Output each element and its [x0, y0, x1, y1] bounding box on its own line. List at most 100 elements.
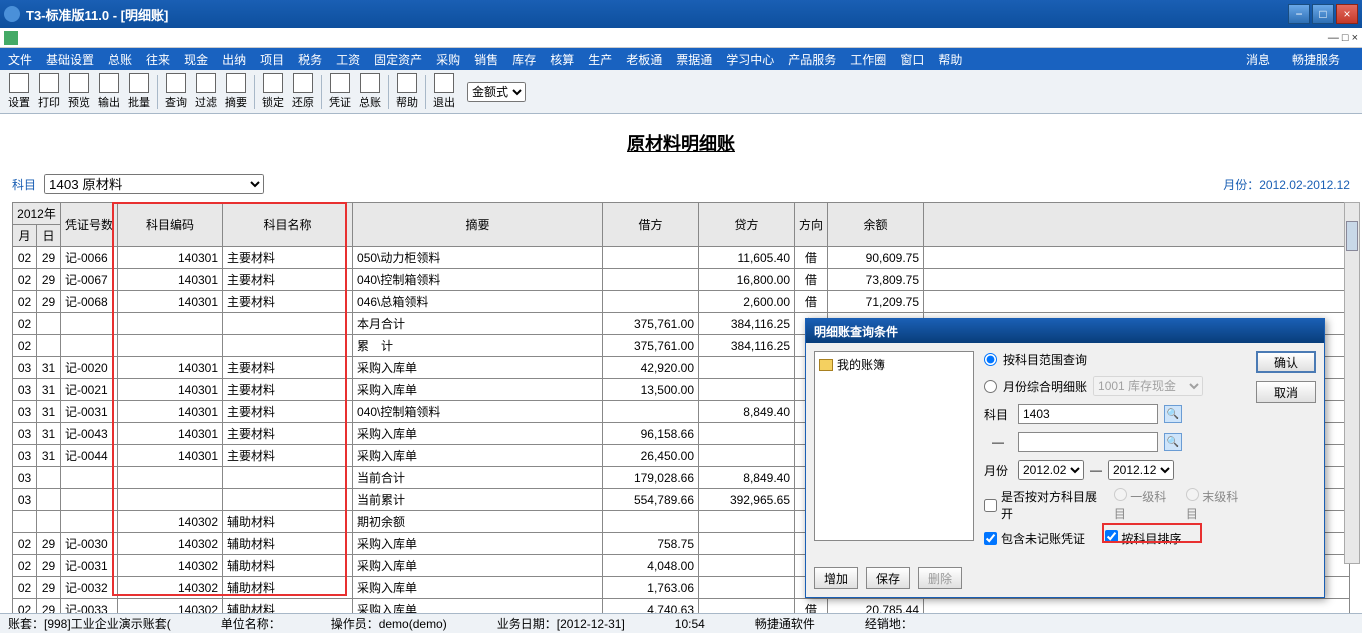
tool-摘要[interactable]: 摘要: [221, 72, 251, 112]
status-unit: 单位名称：: [221, 615, 281, 632]
select-account[interactable]: 1001 库存现金: [1093, 376, 1203, 396]
th-credit: 贷方: [699, 203, 795, 247]
search-icon[interactable]: 🔍: [1164, 433, 1182, 451]
menu-item[interactable]: 文件: [8, 51, 32, 68]
tool-输出[interactable]: 输出: [94, 72, 124, 112]
menu-item[interactable]: 基础设置: [46, 51, 94, 68]
menu-item[interactable]: 生产: [588, 51, 612, 68]
th-day: 日: [37, 225, 61, 247]
ok-button[interactable]: 确认: [1256, 351, 1316, 373]
menu-item[interactable]: 学习中心: [726, 51, 774, 68]
table-row[interactable]: 0229记-0067140301主要材料040\控制箱领料16,800.00借7…: [13, 269, 1350, 291]
table-row[interactable]: 0229记-0066140301主要材料050\动力柜领料11,605.40借9…: [13, 247, 1350, 269]
menu-svc[interactable]: 畅捷服务: [1292, 51, 1340, 68]
th-summary: 摘要: [353, 203, 603, 247]
th-month: 月: [13, 225, 37, 247]
chk-sort-subject[interactable]: [1105, 530, 1118, 543]
tool-帮助[interactable]: 帮助: [392, 72, 422, 112]
delete-button[interactable]: 删除: [918, 567, 962, 589]
input-subject-from[interactable]: [1018, 404, 1158, 424]
search-icon[interactable]: 🔍: [1164, 405, 1182, 423]
add-button[interactable]: 增加: [814, 567, 858, 589]
menu-item[interactable]: 窗口: [900, 51, 924, 68]
tool-过滤[interactable]: 过滤: [191, 72, 221, 112]
toolbar: 设置打印预览输出批量查询过滤摘要锁定还原凭证总账帮助退出 金额式: [0, 70, 1362, 114]
menu-item[interactable]: 产品服务: [788, 51, 836, 68]
menu-item[interactable]: 出纳: [222, 51, 246, 68]
tool-预览[interactable]: 预览: [64, 72, 94, 112]
menu-item[interactable]: 总账: [108, 51, 132, 68]
month-range: 月份：2012.02-2012.12: [1223, 176, 1350, 193]
page-title: 原材料明细账: [12, 130, 1350, 156]
menu-item[interactable]: 往来: [146, 51, 170, 68]
folder-icon: [819, 359, 833, 371]
form-panel: 按科目范围查询 月份综合明细账 1001 库存现金 科目 🔍 — 🔍 月份 20…: [984, 351, 1246, 555]
th-debit: 借方: [603, 203, 699, 247]
menu-item[interactable]: 税务: [298, 51, 322, 68]
subbar: — □ ×: [0, 28, 1362, 48]
menu-item[interactable]: 固定资产: [374, 51, 422, 68]
menu-item[interactable]: 项目: [260, 51, 284, 68]
format-select[interactable]: 金额式: [467, 82, 526, 102]
menu-item[interactable]: 工作圈: [850, 51, 886, 68]
doc-icon: [4, 31, 18, 45]
menubar: 文件基础设置总账往来现金出纳项目税务工资固定资产采购销售库存核算生产老板通票据通…: [0, 48, 1362, 70]
label-month: 月份: [984, 462, 1012, 479]
menu-item[interactable]: 票据通: [676, 51, 712, 68]
th-name: 科目名称: [223, 203, 353, 247]
maximize-button[interactable]: □: [1312, 4, 1334, 24]
select-month-to[interactable]: 2012.12: [1108, 460, 1174, 480]
tool-退出[interactable]: 退出: [429, 72, 459, 112]
radio-subject-range[interactable]: [984, 353, 997, 366]
select-month-from[interactable]: 2012.02: [1018, 460, 1084, 480]
status-date: 业务日期：[2012-12-31]: [497, 615, 625, 632]
th-dir: 方向: [795, 203, 828, 247]
menu-item[interactable]: 库存: [512, 51, 536, 68]
mdi-controls[interactable]: — □ ×: [1328, 32, 1358, 44]
th-voucher: 凭证号数: [61, 203, 118, 247]
menu-item[interactable]: 现金: [184, 51, 208, 68]
label-subject: 科目: [984, 406, 1012, 423]
statusbar: 账套：[998]工业企业演示账套( 单位名称： 操作员：demo(demo) 业…: [0, 613, 1362, 633]
window-title: T3-标准版11.0 - [明细账]: [26, 5, 1288, 24]
minimize-button[interactable]: −: [1288, 4, 1310, 24]
subject-label: 科目: [12, 176, 36, 193]
menu-item[interactable]: 采购: [436, 51, 460, 68]
tool-锁定[interactable]: 锁定: [258, 72, 288, 112]
menu-item[interactable]: 销售: [474, 51, 498, 68]
tool-打印[interactable]: 打印: [34, 72, 64, 112]
radio-level1: [1114, 488, 1127, 501]
tool-总账[interactable]: 总账: [355, 72, 385, 112]
menu-item[interactable]: 帮助: [938, 51, 962, 68]
status-time: 10:54: [675, 617, 705, 631]
tool-还原[interactable]: 还原: [288, 72, 318, 112]
status-vendor: 畅捷通软件: [755, 615, 815, 632]
save-button[interactable]: 保存: [866, 567, 910, 589]
titlebar: T3-标准版11.0 - [明细账] − □ ×: [0, 0, 1362, 28]
label-subject-range: 按科目范围查询: [1003, 351, 1087, 368]
app-icon: [4, 6, 20, 22]
tool-查询[interactable]: 查询: [161, 72, 191, 112]
menu-item[interactable]: 核算: [550, 51, 574, 68]
tool-凭证[interactable]: 凭证: [325, 72, 355, 112]
tool-批量[interactable]: 批量: [124, 72, 154, 112]
radio-leaf: [1186, 488, 1199, 501]
radio-month-detail[interactable]: [984, 380, 997, 393]
table-row[interactable]: 0229记-0068140301主要材料046\总箱领料2,600.00借71,…: [13, 291, 1350, 313]
menu-item[interactable]: 老板通: [626, 51, 662, 68]
tree-panel[interactable]: 我的账簿: [814, 351, 974, 541]
vertical-scrollbar[interactable]: [1344, 202, 1360, 564]
query-dialog: 明细账查询条件 我的账簿 按科目范围查询 月份综合明细账 1001 库存现金 科…: [805, 318, 1325, 598]
tree-root[interactable]: 我的账簿: [819, 356, 969, 373]
tool-设置[interactable]: 设置: [4, 72, 34, 112]
menu-msg[interactable]: 消息: [1246, 51, 1270, 68]
close-button[interactable]: ×: [1336, 4, 1358, 24]
th-year: 2012年: [13, 203, 61, 225]
input-subject-to[interactable]: [1018, 432, 1158, 452]
chk-unposted[interactable]: [984, 532, 997, 545]
cancel-button[interactable]: 取消: [1256, 381, 1316, 403]
subject-select[interactable]: 1403 原材料: [44, 174, 264, 194]
chk-expand[interactable]: [984, 499, 997, 512]
th-code: 科目编码: [118, 203, 223, 247]
menu-item[interactable]: 工资: [336, 51, 360, 68]
